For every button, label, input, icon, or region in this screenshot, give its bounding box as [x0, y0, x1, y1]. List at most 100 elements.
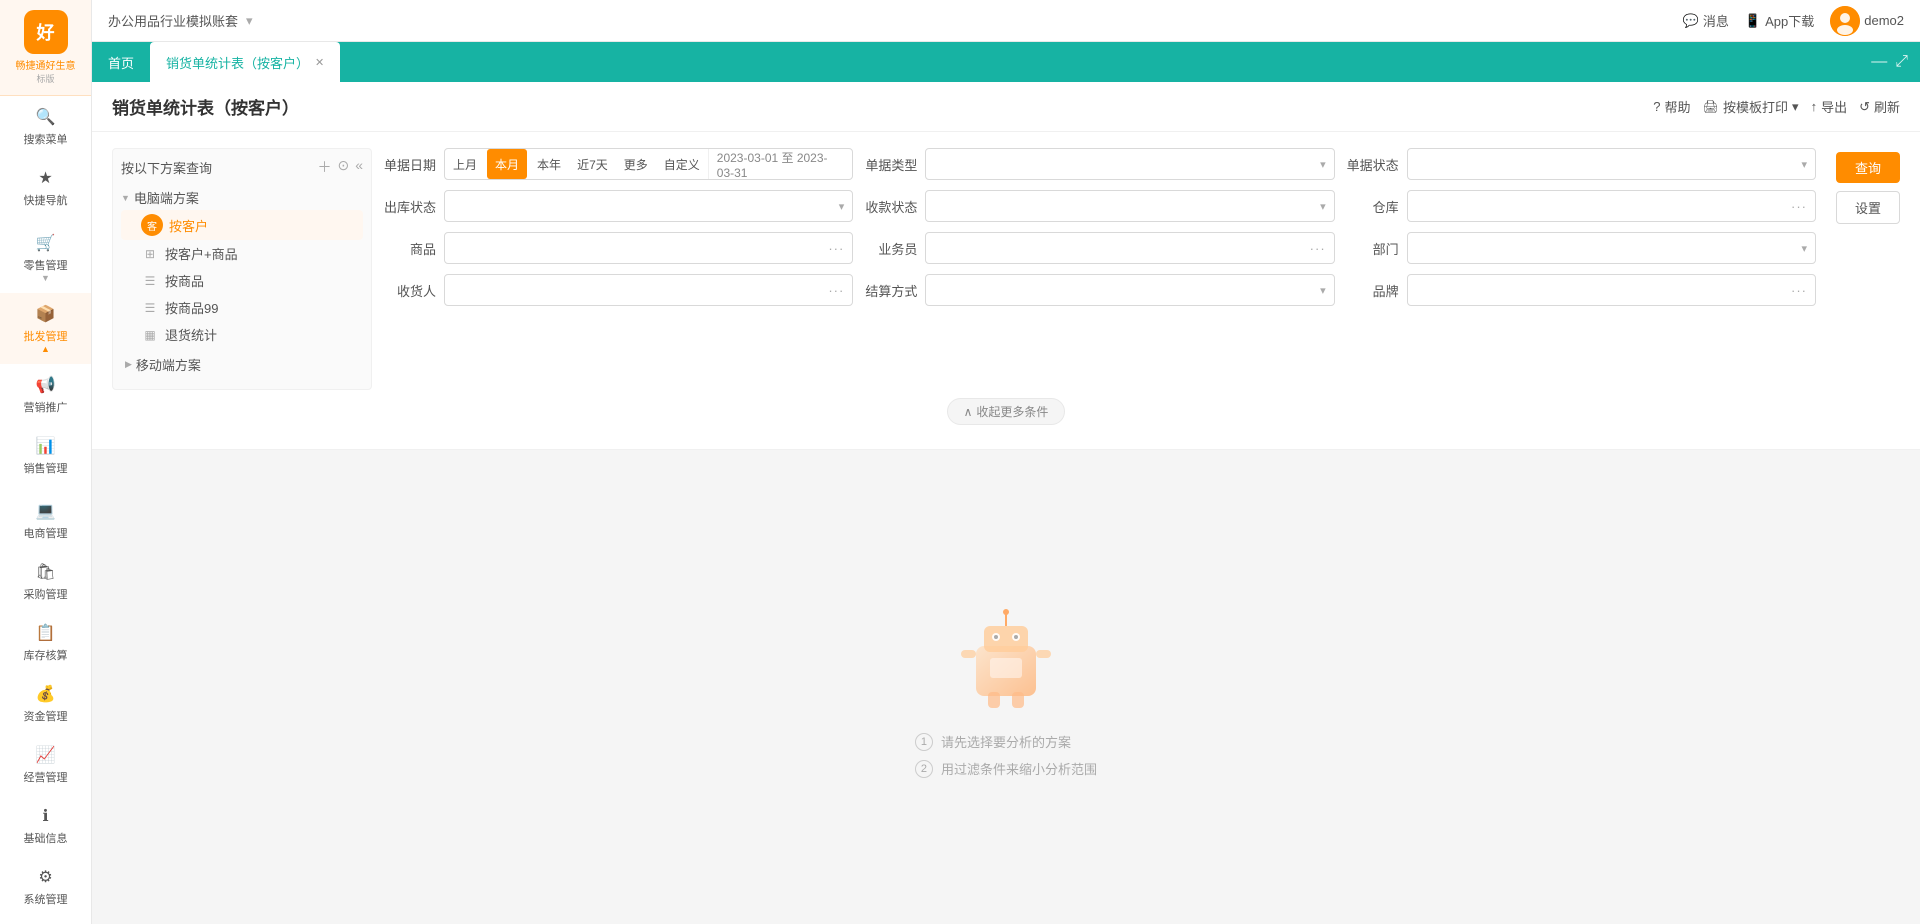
department-dropdown-icon: ▾ [1801, 242, 1807, 255]
scheme-group-mobile-title[interactable]: ▶ 移动端方案 [121, 352, 363, 377]
tabbar-actions: — ⤢ [1871, 53, 1920, 71]
scheme-collapse-icon[interactable]: « [355, 157, 363, 177]
date-tab-lastmonth[interactable]: 上月 [445, 149, 485, 179]
scheme-header-label: 按以下方案查询 [121, 158, 212, 177]
date-control[interactable]: 上月 本月 本年 近7天 更多 自定义 2023-03-01 至 2023-03… [444, 148, 853, 180]
scheme-settings-icon[interactable]: ⊙ [337, 157, 349, 177]
action-btns-area: 查询 设置 [1828, 148, 1900, 390]
query-button[interactable]: 查询 [1836, 152, 1900, 183]
sidebar-item-marketing[interactable]: 📢 营销推广 [0, 364, 91, 425]
doctype-control[interactable]: ▾ [925, 148, 1334, 180]
outstatus-control[interactable]: ▾ [444, 190, 853, 222]
sidebar-item-basicinfo[interactable]: ℹ 基础信息 [0, 795, 91, 856]
purchase-icon: 🛍 [35, 561, 57, 583]
paymentstatus-control[interactable]: ▾ [925, 190, 1334, 222]
sidebar-item-finance[interactable]: 💰 资金管理 [0, 673, 91, 734]
date-tab-7days[interactable]: 近7天 [569, 149, 616, 179]
message-icon: 💬 [1683, 13, 1699, 29]
date-label: 单据日期 [384, 155, 436, 174]
sidebar-item-retail[interactable]: 🛒 零售管理 ▼ [0, 222, 91, 293]
docstatus-control[interactable]: ▾ [1407, 148, 1816, 180]
topbar-left: 办公用品行业模拟账套 ▾ [108, 11, 253, 30]
salesperson-more-icon: ··· [1310, 241, 1326, 256]
tab-home[interactable]: 首页 [92, 42, 150, 82]
scheme-item-by-product99[interactable]: ☰ 按商品99 [121, 294, 363, 321]
print-dropdown-icon: ▾ [1792, 99, 1799, 115]
scheme-item-by-product[interactable]: ☰ 按商品 [121, 267, 363, 294]
brand-control[interactable]: ··· [1407, 274, 1816, 306]
outstatus-dropdown-icon: ▾ [839, 200, 845, 213]
hint-num-1: 1 [915, 733, 933, 751]
date-tab-thismonth[interactable]: 本月 [487, 149, 527, 179]
tab-sales-stats[interactable]: 销货单统计表（按客户） ✕ [150, 42, 340, 82]
sidebar-item-ecommerce[interactable]: 💻 电商管理 [0, 490, 91, 551]
receiver-label: 收货人 [384, 281, 436, 300]
date-tab-custom[interactable]: 自定义 [656, 149, 708, 179]
print-btn[interactable]: 🖨 按模板打印 ▾ [1703, 97, 1799, 116]
product-control[interactable]: ··· [444, 232, 853, 264]
logo-text: 畅捷通好生意标版 [16, 57, 76, 85]
scheme-add-icon[interactable]: ＋ [317, 157, 331, 177]
page-actions: ? 帮助 🖨 按模板打印 ▾ ↑ 导出 ↺ 刷新 [1653, 97, 1900, 116]
expand-arrow-active-icon: ▲ [41, 344, 50, 354]
search-icon: 🔍 [35, 106, 57, 128]
sidebar-item-operations[interactable]: 📈 经营管理 [0, 734, 91, 795]
filter-item-product: 商品 ··· [384, 232, 853, 264]
sidebar-item-purchase[interactable]: 🛍 采购管理 [0, 551, 91, 612]
date-tab-more[interactable]: 更多 [616, 149, 656, 179]
main-area: 办公用品行业模拟账套 ▾ 💬 消息 📱 App下载 de [92, 0, 1920, 924]
scheme-item-by-customer[interactable]: 客 按客户 [121, 210, 363, 240]
settlement-label: 结算方式 [865, 281, 917, 300]
department-control[interactable]: ▾ [1407, 232, 1816, 264]
sidebar-item-sales[interactable]: 📊 销售管理 [0, 425, 91, 486]
department-label: 部门 [1347, 239, 1399, 258]
empty-state: 1 请先选择要分析的方案 2 用过滤条件来缩小分析范围 [92, 450, 1920, 924]
sidebar-item-collab[interactable]: 🤝 企业协同 [0, 917, 91, 924]
hint-num-2: 2 [915, 760, 933, 778]
wholesale-icon: 📦 [35, 303, 57, 325]
user-avatar [1830, 6, 1860, 36]
product-name: 办公用品行业模拟账套 [108, 11, 238, 30]
refresh-btn[interactable]: ↺ 刷新 [1859, 97, 1900, 116]
star-icon: ★ [35, 167, 57, 189]
sidebar-item-search[interactable]: 🔍 搜索菜单 [0, 96, 91, 157]
date-tab-thisyear[interactable]: 本年 [529, 149, 569, 179]
sidebar-item-inventory[interactable]: 📋 库存核算 [0, 612, 91, 673]
filter-rows: 单据日期 上月 本月 本年 近7天 更多 自定义 [384, 148, 1816, 306]
product-more-icon: ··· [828, 241, 844, 256]
receiver-control[interactable]: ··· [444, 274, 853, 306]
expand-arrow-icon: ▼ [41, 273, 50, 283]
app-logo: 好 畅捷通好生意标版 [0, 0, 91, 96]
filter-item-department: 部门 ▾ [1347, 232, 1816, 264]
tab-maximize-icon[interactable]: ⤢ [1895, 53, 1908, 71]
mobile-group-expand-icon: ▶ [125, 359, 132, 370]
dropdown-arrow-icon[interactable]: ▾ [246, 13, 253, 29]
collapse-button[interactable]: ∧ 收起更多条件 [947, 398, 1066, 425]
warehouse-control[interactable]: ··· [1407, 190, 1816, 222]
filter-row-2: 出库状态 ▾ 收款状态 ▾ [384, 190, 1816, 222]
basicinfo-icon: ℹ [35, 805, 57, 827]
retail-icon: 🛒 [35, 232, 57, 254]
sidebar-item-sysadmin[interactable]: ⚙ 系统管理 [0, 856, 91, 917]
filter-row-4: 收货人 ··· 结算方式 ▾ [384, 274, 1816, 306]
user-area[interactable]: demo2 [1830, 6, 1904, 36]
export-btn[interactable]: ↑ 导出 [1811, 97, 1848, 116]
scheme-item-return-stats[interactable]: ▦ 退货统计 [121, 321, 363, 348]
scheme-header-actions: ＋ ⊙ « [317, 157, 363, 177]
tab-minimize-icon[interactable]: — [1871, 53, 1887, 71]
grid-icon: ⊞ [141, 245, 159, 263]
page-title: 销货单统计表（按客户） [112, 94, 299, 119]
brand-more-icon: ··· [1791, 283, 1807, 298]
salesperson-control[interactable]: ··· [925, 232, 1334, 264]
app-download-btn[interactable]: 📱 App下载 [1745, 11, 1814, 30]
settlement-control[interactable]: ▾ [925, 274, 1334, 306]
scheme-group-pc-title[interactable]: ▼ 电脑端方案 [121, 185, 363, 210]
help-btn[interactable]: ? 帮助 [1653, 97, 1690, 116]
tab-close-icon[interactable]: ✕ [315, 56, 324, 69]
sidebar-item-wholesale[interactable]: 📦 批发管理 ▲ [0, 293, 91, 364]
empty-hints: 1 请先选择要分析的方案 2 用过滤条件来缩小分析范围 [915, 732, 1097, 778]
message-btn[interactable]: 💬 消息 [1683, 11, 1729, 30]
scheme-item-customer-product[interactable]: ⊞ 按客户+商品 [121, 240, 363, 267]
settings-button[interactable]: 设置 [1836, 191, 1900, 224]
sidebar-item-quicknav[interactable]: ★ 快捷导航 [0, 157, 91, 218]
